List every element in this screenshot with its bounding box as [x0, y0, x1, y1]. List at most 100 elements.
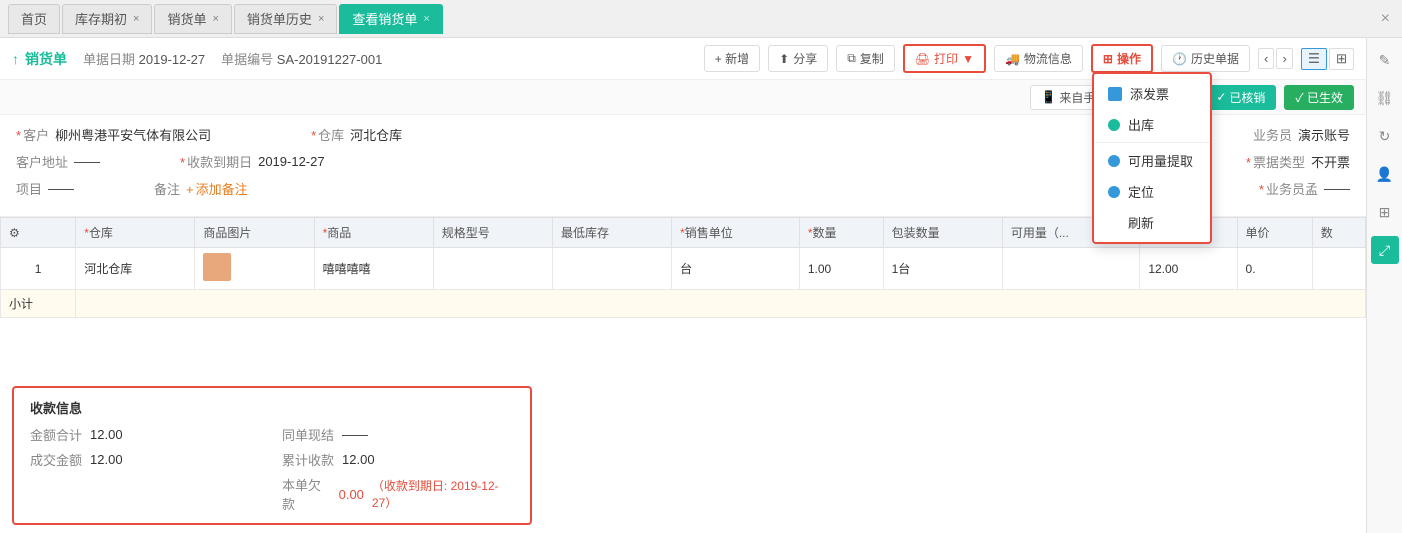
staff-field: 业务员孟 ——	[1259, 179, 1350, 198]
customer-value: 柳州粤港平安气体有限公司	[55, 125, 211, 144]
tab-check-sales-close[interactable]: ×	[423, 13, 429, 25]
due-value: 0.00	[339, 487, 364, 502]
locate-label: 定位	[1128, 182, 1154, 201]
sidebar-link-icon[interactable]: ⛓	[1371, 84, 1399, 112]
tab-check-sales[interactable]: 查看销货单 ×	[339, 4, 442, 34]
new-label: + 新增	[715, 50, 749, 67]
col-quantity: *数量	[799, 218, 883, 248]
nav-prev[interactable]: ‹	[1258, 48, 1274, 69]
outbound-icon	[1108, 119, 1120, 131]
row-quantity: 1.00	[799, 248, 883, 290]
new-button[interactable]: + 新增	[704, 45, 760, 72]
tab-inventory[interactable]: 库存期初 ×	[62, 4, 152, 34]
verified-button[interactable]: ✓ 已核销	[1205, 85, 1276, 110]
col-unit-price: 单价	[1237, 218, 1312, 248]
tab-sales-label: 销货单	[167, 9, 206, 28]
tab-sales-history[interactable]: 销货单历史 ×	[234, 4, 337, 34]
payment-title: 收款信息	[30, 398, 514, 417]
locate-icon	[1108, 186, 1120, 198]
refresh-label: 刷新	[1128, 213, 1154, 232]
row-unit-price: 0.	[1237, 248, 1312, 290]
staff-label: 业务员孟	[1259, 179, 1318, 198]
operate-button[interactable]: ⊞ 操作	[1091, 44, 1153, 73]
note-add-button[interactable]: 添加备注	[186, 179, 248, 198]
row-product: 嘻嘻嘻嘻	[314, 248, 433, 290]
customer-label: 客户	[16, 125, 49, 144]
col-min-stock: 最低库存	[552, 218, 671, 248]
doc-title: ↑ 销货单	[12, 49, 67, 69]
phone-icon: 📱	[1041, 90, 1056, 104]
tab-sales-close[interactable]: ×	[212, 13, 218, 25]
sidebar-expand-icon[interactable]: ⤢	[1371, 236, 1399, 264]
payment-info: 收款信息 金额合计 12.00 成交金额 12.00 同单现结 ——	[12, 386, 532, 525]
history-label: 历史单据	[1191, 50, 1239, 67]
same-order-value: ——	[342, 427, 368, 442]
col-more: 数	[1312, 218, 1365, 248]
sidebar-refresh-icon[interactable]: ↻	[1371, 122, 1399, 150]
payment-left: 金额合计 12.00 成交金额 12.00	[30, 425, 262, 513]
tab-check-sales-label: 查看销货单	[352, 9, 417, 28]
subtotal-empty	[76, 290, 1366, 318]
print-button[interactable]: 🖨 打印 ▼	[903, 44, 986, 73]
address-field: 客户地址 ——	[16, 152, 100, 171]
row-extra	[1312, 248, 1365, 290]
payment-grid: 金额合计 12.00 成交金额 12.00 同单现结 —— 累计收款	[30, 425, 514, 513]
check-icon: ✓	[1216, 90, 1226, 104]
warehouse-field: 仓库 河北仓库	[311, 125, 402, 144]
nav-next[interactable]: ›	[1276, 48, 1292, 69]
no-value: SA-20191227-001	[277, 52, 383, 67]
same-order-row: 同单现结 ——	[282, 425, 514, 444]
history-button[interactable]: 🕐 历史单据	[1161, 45, 1250, 72]
logistics-label: 物流信息	[1024, 50, 1072, 67]
refresh-icon	[1108, 217, 1120, 229]
warehouse-value: 河北仓库	[350, 125, 402, 144]
logistics-icon: 🚚	[1005, 52, 1020, 66]
verified-label: 已核销	[1229, 89, 1265, 106]
tab-sales[interactable]: 销货单 ×	[154, 4, 231, 34]
share-label: 分享	[793, 50, 817, 67]
outbound-label: 出库	[1128, 115, 1154, 134]
add-invoice-icon	[1108, 87, 1122, 101]
date-label: 单据日期	[83, 52, 135, 67]
menu-refresh[interactable]: 刷新	[1094, 207, 1210, 238]
content-area: ↑ 销货单 单据日期 2019-12-27 单据编号 SA-20191227-0…	[0, 38, 1366, 533]
effective-button[interactable]: ✓ 已生效	[1284, 85, 1354, 110]
view-icons: ☰ ⊞	[1301, 48, 1354, 70]
menu-divider1	[1094, 142, 1210, 143]
due-date-label: 收款到期日	[180, 152, 252, 171]
due-date-value: 2019-12-27	[258, 154, 325, 169]
close-all-icon[interactable]: ×	[1377, 6, 1394, 32]
share-button[interactable]: ⬆ 分享	[768, 45, 828, 72]
view-grid[interactable]: ⊞	[1329, 48, 1354, 70]
print-arrow: ▼	[962, 52, 974, 66]
tab-inventory-close[interactable]: ×	[133, 13, 139, 25]
payment-right: 同单现结 —— 累计收款 12.00 本单欠款 0.00 （收款到期日: 201…	[282, 425, 514, 513]
menu-locate[interactable]: 定位	[1094, 176, 1210, 207]
tab-sales-history-close[interactable]: ×	[318, 13, 324, 25]
sidebar-table-icon[interactable]: ⊞	[1371, 198, 1399, 226]
nav-arrows: ‹ ›	[1258, 48, 1293, 69]
logistics-button[interactable]: 🚚 物流信息	[994, 45, 1083, 72]
sidebar-edit-icon[interactable]: ✎	[1371, 46, 1399, 74]
row-no: 1	[1, 248, 76, 290]
table-body: 1 河北仓库 嘻嘻嘻嘻 台 1.00 1台 12.00 0.	[1, 248, 1366, 318]
total-amount-value: 12.00	[90, 427, 123, 442]
col-product: *商品	[314, 218, 433, 248]
view-list[interactable]: ☰	[1301, 48, 1327, 70]
row-spec	[433, 248, 552, 290]
print-label: 打印	[934, 50, 958, 67]
menu-available-pickup[interactable]: 可用量提取	[1094, 145, 1210, 176]
menu-outbound[interactable]: 出库	[1094, 109, 1210, 140]
menu-add-invoice[interactable]: 添发票	[1094, 78, 1210, 109]
row-unit: 台	[672, 248, 800, 290]
salesperson-field: 业务员 演示账号	[1253, 125, 1350, 144]
ticket-label: 票据类型	[1246, 152, 1305, 171]
toolbar-right: + 新增 ⬆ 分享 ⧉ 复制 🖨 打印 ▼ 🚚 物流信息	[704, 44, 1354, 73]
col-warehouse: *仓库	[76, 218, 195, 248]
copy-button[interactable]: ⧉ 复制	[836, 45, 895, 72]
cumulative-row: 累计收款 12.00	[282, 450, 514, 469]
tab-home[interactable]: 首页	[8, 4, 60, 34]
dropdown-menu: 添发票 出库 可用量提取 定位 刷新	[1092, 72, 1212, 244]
copy-label: 复制	[860, 50, 884, 67]
sidebar-user-icon[interactable]: 👤	[1371, 160, 1399, 188]
